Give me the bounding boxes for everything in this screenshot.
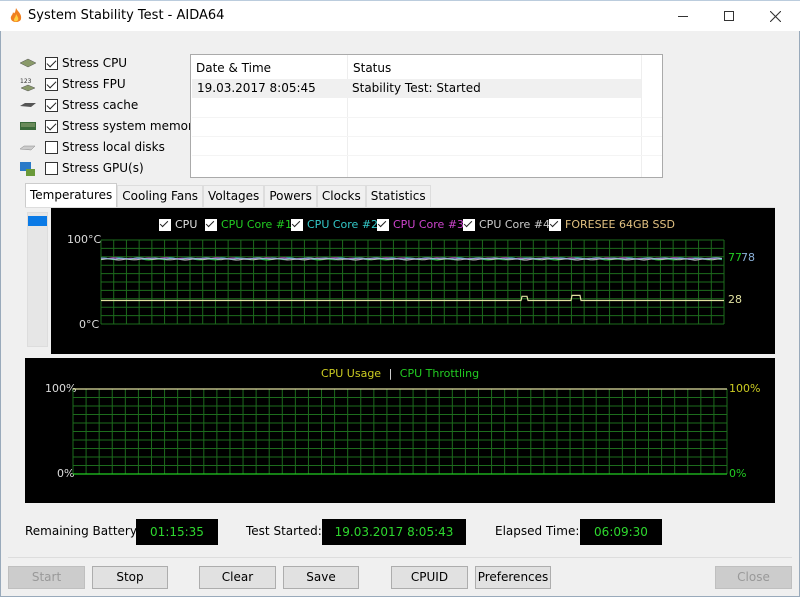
stress-option-cache[interactable]: Stress cache xyxy=(19,96,138,114)
footer-divider xyxy=(8,557,792,558)
tab-powers[interactable]: Powers xyxy=(264,185,317,207)
cpu-usage-graph: CPU Usage | CPU Throttling 100% 0% 100% … xyxy=(25,358,775,503)
tab-statistics[interactable]: Statistics xyxy=(365,185,431,207)
column-divider xyxy=(641,55,642,177)
maximize-button[interactable] xyxy=(706,1,752,31)
row-datetime: 19.03.2017 8:05:45 xyxy=(197,81,316,95)
stress-option-gpu[interactable]: Stress GPU(s) xyxy=(19,159,144,177)
svg-text:123: 123 xyxy=(20,78,32,85)
current-core2-temp: 78 xyxy=(741,251,755,265)
series-line-ssd xyxy=(101,294,724,302)
stress-option-memory[interactable]: Stress system memory xyxy=(19,117,200,135)
preferences-button[interactable]: Preferences xyxy=(475,566,551,589)
disk-drive-icon xyxy=(19,140,37,154)
table-row[interactable]: 19.03.2017 8:05:45 Stability Test: Start… xyxy=(192,79,641,98)
tab-cooling-fans[interactable]: Cooling Fans xyxy=(117,185,204,207)
close-icon xyxy=(769,10,781,22)
maximize-icon xyxy=(724,11,734,21)
cache-chip-icon xyxy=(19,98,37,112)
stress-fpu-label: Stress FPU xyxy=(62,77,126,91)
test-started-label: Test Started: xyxy=(246,524,322,538)
row-divider xyxy=(192,117,662,118)
cpu-usage-plot xyxy=(72,388,728,475)
stress-memory-checkbox[interactable] xyxy=(45,119,58,133)
stress-option-fpu[interactable]: 123 Stress FPU xyxy=(19,75,126,93)
cpuid-button[interactable]: CPUID xyxy=(391,566,468,589)
column-header-status[interactable]: Status xyxy=(347,57,641,79)
stress-fpu-checkbox[interactable] xyxy=(45,77,58,91)
remaining-battery-label: Remaining Battery: xyxy=(25,524,141,538)
row-divider xyxy=(192,155,662,156)
minimize-button[interactable] xyxy=(660,1,706,31)
stress-disks-label: Stress local disks xyxy=(62,140,165,154)
save-button[interactable]: Save xyxy=(283,566,359,589)
start-button[interactable]: Start xyxy=(8,566,85,589)
close-window-button[interactable] xyxy=(752,1,798,31)
fpu-123-icon: 123 xyxy=(19,77,37,92)
aida64-flame-icon xyxy=(10,8,22,22)
title-bar: System Stability Test - AIDA64 xyxy=(0,0,800,31)
row-status: Stability Test: Started xyxy=(352,81,481,95)
stress-cpu-label: Stress CPU xyxy=(62,56,128,70)
gpu-monitor-icon xyxy=(19,161,37,176)
graph-tabs: Temperatures Cooling Fans Voltages Power… xyxy=(25,183,431,207)
sensor-list-selected-item[interactable] xyxy=(28,216,47,226)
event-log-table[interactable]: Date & Time Status 19.03.2017 8:05:45 St… xyxy=(190,54,663,178)
window-title: System Stability Test - AIDA64 xyxy=(28,8,225,23)
tab-clocks[interactable]: Clocks xyxy=(316,185,366,207)
current-core1-temp: 77 xyxy=(728,251,742,265)
memory-module-icon xyxy=(19,119,37,133)
tab-temperatures[interactable]: Temperatures xyxy=(25,183,118,207)
close-button[interactable]: Close xyxy=(715,566,792,589)
elapsed-time-value: 06:09:30 xyxy=(580,519,662,545)
row-divider xyxy=(192,136,662,137)
stress-option-cpu[interactable]: Stress CPU xyxy=(19,54,127,72)
stress-cpu-checkbox[interactable] xyxy=(45,56,58,70)
elapsed-time-label: Elapsed Time: xyxy=(495,524,580,538)
stress-gpu-label: Stress GPU(s) xyxy=(62,161,144,175)
tab-voltages[interactable]: Voltages xyxy=(203,185,265,207)
stress-gpu-checkbox[interactable] xyxy=(45,161,58,175)
temperature-graph: CPU CPU Core #1 CPU Core #2 CPU Core #3 … xyxy=(51,208,775,354)
current-ssd-temp: 28 xyxy=(728,293,742,307)
column-header-datetime[interactable]: Date & Time xyxy=(191,57,347,79)
stress-memory-label: Stress system memory xyxy=(62,119,201,133)
stress-cache-label: Stress cache xyxy=(62,98,139,112)
cpu-chip-icon xyxy=(19,56,37,70)
sensor-list-scrollbar[interactable] xyxy=(27,212,48,347)
column-divider xyxy=(347,55,348,177)
minimize-icon xyxy=(678,15,688,17)
stress-disks-checkbox[interactable] xyxy=(45,140,58,154)
stop-button[interactable]: Stop xyxy=(92,566,168,589)
remaining-battery-value: 01:15:35 xyxy=(136,519,218,545)
temperature-plot xyxy=(100,239,725,325)
test-started-value: 19.03.2017 8:05:43 xyxy=(322,519,466,545)
clear-button[interactable]: Clear xyxy=(199,566,276,589)
stress-option-disks[interactable]: Stress local disks xyxy=(19,138,165,156)
stress-cache-checkbox[interactable] xyxy=(45,98,58,112)
